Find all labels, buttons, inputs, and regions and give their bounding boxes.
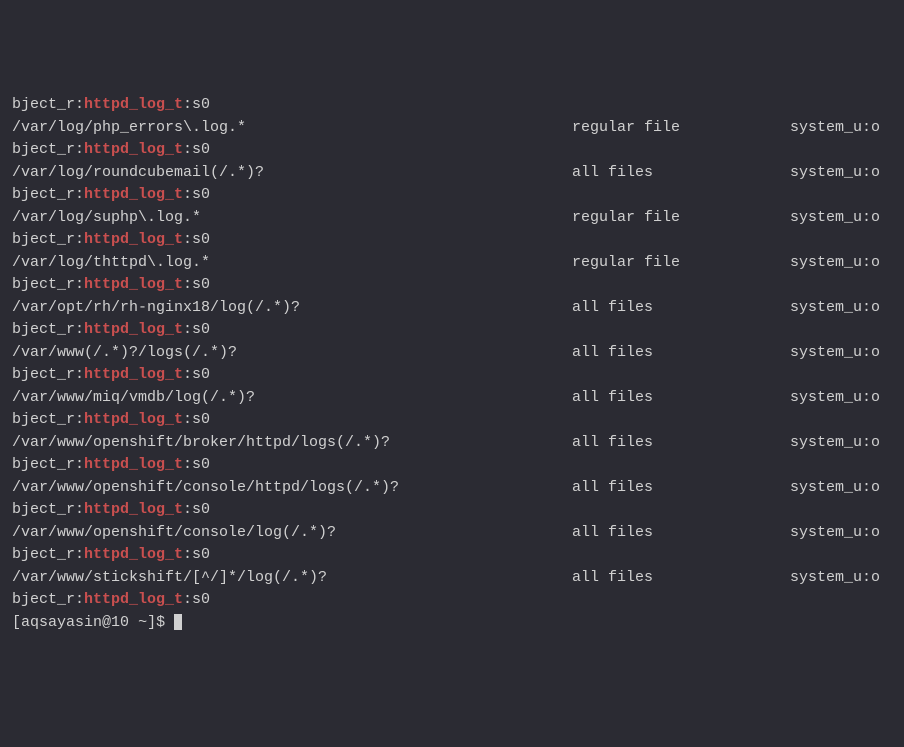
- file-type: all files: [572, 432, 790, 455]
- context-suffix: :s0: [183, 591, 210, 608]
- selinux-context-line: bject_r:httpd_log_t:s0: [12, 364, 904, 387]
- file-type: all files: [572, 567, 790, 590]
- context-suffix: :s0: [183, 231, 210, 248]
- fcontext-entry-line: /var/log/suphp\.log.*regular filesystem_…: [12, 207, 904, 230]
- prompt-cwd: ~: [138, 614, 147, 631]
- context-prefix: bject_r:: [12, 456, 84, 473]
- fcontext-entry-line: /var/log/thttpd\.log.*regular filesystem…: [12, 252, 904, 275]
- context-fragment: system_u:o: [790, 479, 880, 496]
- path-pattern: /var/www/openshift/console/log(/.*)?: [12, 522, 572, 545]
- selinux-context-line: bject_r:httpd_log_t:s0: [12, 274, 904, 297]
- selinux-type-highlight: httpd_log_t: [84, 456, 183, 473]
- context-prefix: bject_r:: [12, 141, 84, 158]
- context-suffix: :s0: [183, 501, 210, 518]
- selinux-context-line: bject_r:httpd_log_t:s0: [12, 499, 904, 522]
- file-type: all files: [572, 162, 790, 185]
- context-prefix: bject_r:: [12, 411, 84, 428]
- fcontext-entry-line: /var/opt/rh/rh-nginx18/log(/.*)?all file…: [12, 297, 904, 320]
- context-suffix: :s0: [183, 96, 210, 113]
- context-fragment: system_u:o: [790, 344, 880, 361]
- fcontext-entry-line: /var/www/openshift/console/httpd/logs(/.…: [12, 477, 904, 500]
- path-pattern: /var/www(/.*)?/logs(/.*)?: [12, 342, 572, 365]
- file-type: all files: [572, 297, 790, 320]
- fcontext-entry-line: /var/www(/.*)?/logs(/.*)?all filessystem…: [12, 342, 904, 365]
- selinux-type-highlight: httpd_log_t: [84, 366, 183, 383]
- context-fragment: system_u:o: [790, 569, 880, 586]
- context-suffix: :s0: [183, 141, 210, 158]
- path-pattern: /var/opt/rh/rh-nginx18/log(/.*)?: [12, 297, 572, 320]
- path-pattern: /var/www/openshift/console/httpd/logs(/.…: [12, 477, 572, 500]
- shell-prompt[interactable]: [aqsayasin@10 ~]$: [12, 612, 904, 635]
- file-type: regular file: [572, 117, 790, 140]
- context-prefix: bject_r:: [12, 501, 84, 518]
- context-fragment: system_u:o: [790, 209, 880, 226]
- path-pattern: /var/www/miq/vmdb/log(/.*)?: [12, 387, 572, 410]
- selinux-type-highlight: httpd_log_t: [84, 231, 183, 248]
- selinux-type-highlight: httpd_log_t: [84, 546, 183, 563]
- fcontext-entry-line: /var/www/openshift/broker/httpd/logs(/.*…: [12, 432, 904, 455]
- terminal-output: bject_r:httpd_log_t:s0/var/log/php_error…: [12, 94, 904, 634]
- context-prefix: bject_r:: [12, 96, 84, 113]
- context-suffix: :s0: [183, 546, 210, 563]
- path-pattern: /var/log/thttpd\.log.*: [12, 252, 572, 275]
- context-prefix: bject_r:: [12, 276, 84, 293]
- prompt-user-host: aqsayasin@10: [21, 614, 129, 631]
- path-pattern: /var/www/openshift/broker/httpd/logs(/.*…: [12, 432, 572, 455]
- context-fragment: system_u:o: [790, 389, 880, 406]
- context-prefix: bject_r:: [12, 366, 84, 383]
- context-fragment: system_u:o: [790, 164, 880, 181]
- selinux-type-highlight: httpd_log_t: [84, 501, 183, 518]
- path-pattern: /var/log/roundcubemail(/.*)?: [12, 162, 572, 185]
- selinux-context-line: bject_r:httpd_log_t:s0: [12, 589, 904, 612]
- selinux-context-line: bject_r:httpd_log_t:s0: [12, 184, 904, 207]
- selinux-context-line: bject_r:httpd_log_t:s0: [12, 409, 904, 432]
- prompt-symbol: $: [156, 614, 165, 631]
- context-suffix: :s0: [183, 321, 210, 338]
- selinux-type-highlight: httpd_log_t: [84, 591, 183, 608]
- fcontext-entry-line: /var/log/roundcubemail(/.*)?all filessys…: [12, 162, 904, 185]
- file-type: all files: [572, 477, 790, 500]
- context-fragment: system_u:o: [790, 119, 880, 136]
- selinux-type-highlight: httpd_log_t: [84, 411, 183, 428]
- context-fragment: system_u:o: [790, 434, 880, 451]
- file-type: regular file: [572, 207, 790, 230]
- cursor-icon: [174, 614, 182, 630]
- context-suffix: :s0: [183, 276, 210, 293]
- context-suffix: :s0: [183, 186, 210, 203]
- context-fragment: system_u:o: [790, 299, 880, 316]
- file-type: all files: [572, 387, 790, 410]
- context-prefix: bject_r:: [12, 546, 84, 563]
- context-suffix: :s0: [183, 456, 210, 473]
- selinux-type-highlight: httpd_log_t: [84, 276, 183, 293]
- file-type: all files: [572, 342, 790, 365]
- selinux-type-highlight: httpd_log_t: [84, 186, 183, 203]
- context-prefix: bject_r:: [12, 231, 84, 248]
- selinux-context-line: bject_r:httpd_log_t:s0: [12, 94, 904, 117]
- context-prefix: bject_r:: [12, 591, 84, 608]
- selinux-type-highlight: httpd_log_t: [84, 141, 183, 158]
- context-fragment: system_u:o: [790, 524, 880, 541]
- selinux-context-line: bject_r:httpd_log_t:s0: [12, 544, 904, 567]
- context-suffix: :s0: [183, 411, 210, 428]
- path-pattern: /var/log/php_errors\.log.*: [12, 117, 572, 140]
- context-fragment: system_u:o: [790, 254, 880, 271]
- selinux-context-line: bject_r:httpd_log_t:s0: [12, 229, 904, 252]
- fcontext-entry-line: /var/www/openshift/console/log(/.*)?all …: [12, 522, 904, 545]
- selinux-context-line: bject_r:httpd_log_t:s0: [12, 319, 904, 342]
- fcontext-entry-line: /var/www/stickshift/[^/]*/log(/.*)?all f…: [12, 567, 904, 590]
- context-prefix: bject_r:: [12, 321, 84, 338]
- path-pattern: /var/log/suphp\.log.*: [12, 207, 572, 230]
- context-suffix: :s0: [183, 366, 210, 383]
- selinux-type-highlight: httpd_log_t: [84, 96, 183, 113]
- path-pattern: /var/www/stickshift/[^/]*/log(/.*)?: [12, 567, 572, 590]
- fcontext-entry-line: /var/www/miq/vmdb/log(/.*)?all filessyst…: [12, 387, 904, 410]
- fcontext-entry-line: /var/log/php_errors\.log.*regular filesy…: [12, 117, 904, 140]
- selinux-type-highlight: httpd_log_t: [84, 321, 183, 338]
- file-type: regular file: [572, 252, 790, 275]
- file-type: all files: [572, 522, 790, 545]
- context-prefix: bject_r:: [12, 186, 84, 203]
- selinux-context-line: bject_r:httpd_log_t:s0: [12, 139, 904, 162]
- selinux-context-line: bject_r:httpd_log_t:s0: [12, 454, 904, 477]
